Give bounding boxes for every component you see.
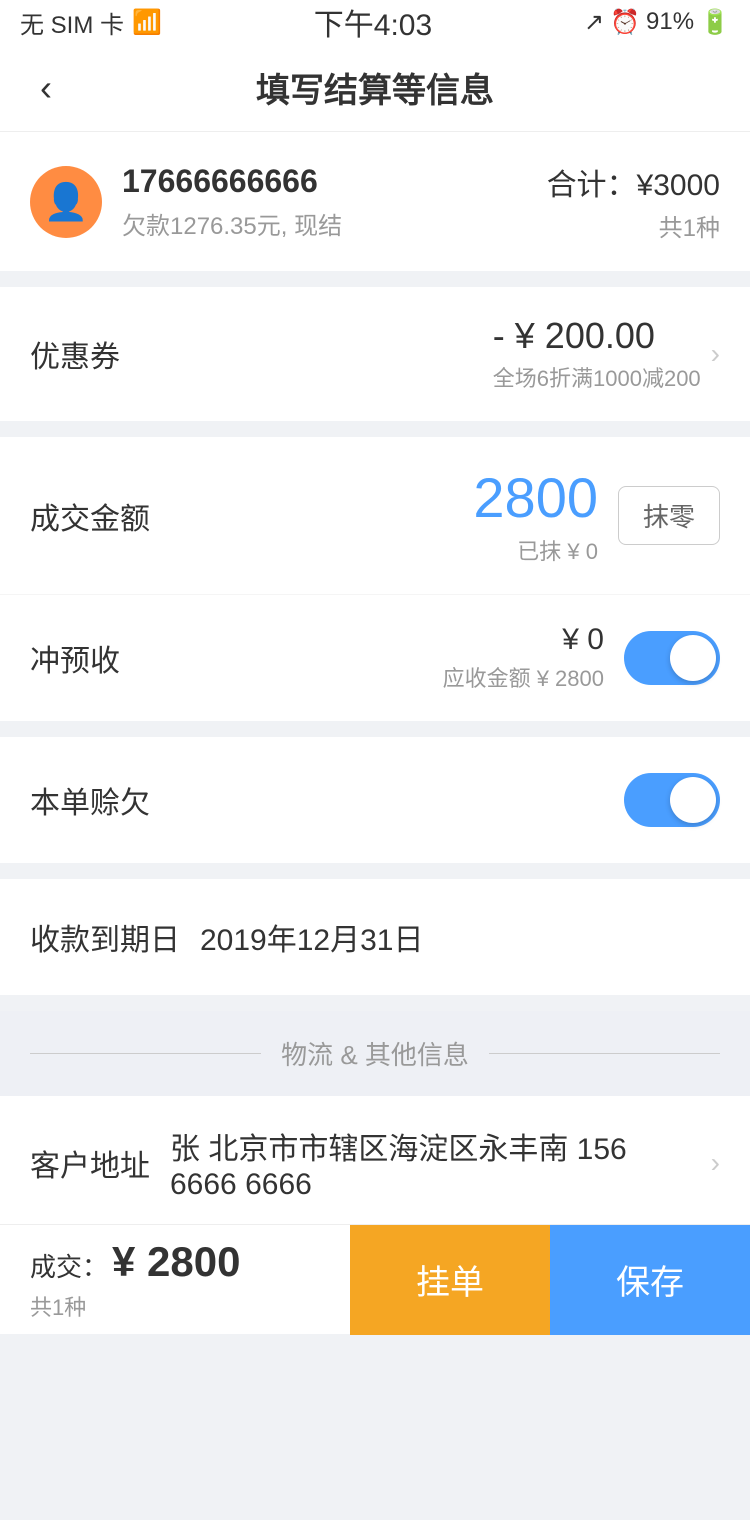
no-sim-text: 无 SIM 卡	[20, 5, 124, 40]
customer-card: 👤 17666666666 欠款1276.35元, 现结 合计：¥3000 共1…	[0, 132, 750, 271]
customer-info: 17666666666 欠款1276.35元, 现结	[122, 163, 342, 241]
divider-line-right	[489, 1053, 720, 1054]
logistics-divider: 物流 & 其他信息	[0, 1011, 750, 1096]
coupon-detail: 全场6折满1000减200	[493, 361, 701, 393]
amount-section: 成交金额 2800 已抹 ¥ 0 抹零 冲预收 ¥ 0 应收金额 ¥ 2800	[0, 437, 750, 721]
direction-icon: ↗	[584, 8, 604, 37]
avatar-icon: 👤	[44, 181, 89, 223]
alarm-icon: ⏰	[610, 8, 640, 37]
customer-left: 👤 17666666666 欠款1276.35元, 现结	[30, 163, 342, 241]
amount-right: 2800 已抹 ¥ 0 抹零	[473, 465, 720, 566]
coupon-row[interactable]: 优惠券 - ¥ 200.00 全场6折满1000减200 ›	[0, 287, 750, 421]
battery-icon: 🔋	[700, 8, 730, 37]
amount-label: 成交金额	[30, 494, 150, 538]
address-chevron-icon: ›	[711, 1147, 720, 1179]
toggle-knob	[670, 635, 716, 681]
coupon-label: 优惠券	[30, 332, 120, 376]
logistics-label: 物流 & 其他信息	[281, 1035, 469, 1072]
amount-sub: 已抹 ¥ 0	[473, 534, 598, 566]
address-row[interactable]: 客户地址 张 北京市市辖区海淀区永丰南 156 6666 6666 ›	[0, 1096, 750, 1230]
debt-row: 本单赊欠	[0, 737, 750, 863]
total-amount: 合计：¥3000	[547, 160, 720, 204]
address-value: 张 北京市市辖区海淀区永丰南 156 6666 6666	[150, 1124, 711, 1202]
prepay-toggle[interactable]	[624, 631, 720, 685]
prepay-right: ¥ 0 应收金额 ¥ 2800	[443, 623, 720, 693]
total-count: 共1种	[547, 208, 720, 243]
prepay-sub: 应收金额 ¥ 2800	[443, 661, 604, 693]
nav-bar: ‹ 填写结算等信息	[0, 44, 750, 132]
page-title: 填写结算等信息	[256, 63, 494, 112]
back-button[interactable]: ‹	[30, 57, 62, 119]
debt-label: 本单赊欠	[30, 778, 150, 822]
duedate-label: 收款到期日	[30, 915, 180, 959]
save-button[interactable]: 保存	[550, 1225, 750, 1335]
customer-debt: 欠款1276.35元, 现结	[122, 206, 342, 241]
bottom-count: 共1种	[30, 1290, 320, 1322]
bottom-deal-label: 成交：	[30, 1247, 108, 1284]
customer-right: 合计：¥3000 共1种	[547, 160, 720, 243]
duedate-row: 收款到期日 2019年12月31日	[0, 879, 750, 995]
bottom-bar: 成交： ¥ 2800 共1种 挂单 保存	[0, 1224, 750, 1334]
bottom-summary: 成交： ¥ 2800 共1种	[0, 1238, 350, 1322]
wifi-icon: 📶	[132, 8, 162, 37]
prepay-amount: ¥ 0 应收金额 ¥ 2800	[443, 623, 604, 693]
status-left: 无 SIM 卡 📶	[20, 5, 162, 40]
prepay-row: 冲预收 ¥ 0 应收金额 ¥ 2800	[0, 595, 750, 721]
battery-text: 91%	[646, 8, 694, 36]
debt-toggle-knob	[670, 777, 716, 823]
coupon-right: - ¥ 200.00 全场6折满1000减200 ›	[493, 315, 720, 393]
amount-value: 2800	[473, 465, 598, 530]
avatar: 👤	[30, 166, 102, 238]
prepay-label: 冲预收	[30, 636, 120, 680]
divider-line-left	[30, 1053, 261, 1054]
amount-row: 成交金额 2800 已抹 ¥ 0 抹零	[0, 437, 750, 595]
coupon-discount: - ¥ 200.00	[493, 315, 701, 357]
duedate-value: 2019年12月31日	[200, 915, 423, 959]
status-time: 下午4:03	[314, 0, 432, 44]
round-button[interactable]: 抹零	[618, 486, 720, 545]
debt-toggle[interactable]	[624, 773, 720, 827]
prepay-value: ¥ 0	[443, 623, 604, 657]
coupon-chevron-icon: ›	[711, 338, 720, 370]
status-bar: 无 SIM 卡 📶 下午4:03 ↗ ⏰ 91% 🔋	[0, 0, 750, 44]
customer-phone: 17666666666	[122, 163, 342, 200]
status-right: ↗ ⏰ 91% 🔋	[584, 8, 730, 37]
hang-button[interactable]: 挂单	[350, 1225, 550, 1335]
address-label: 客户地址	[30, 1141, 150, 1185]
bottom-price: ¥ 2800	[112, 1238, 240, 1286]
